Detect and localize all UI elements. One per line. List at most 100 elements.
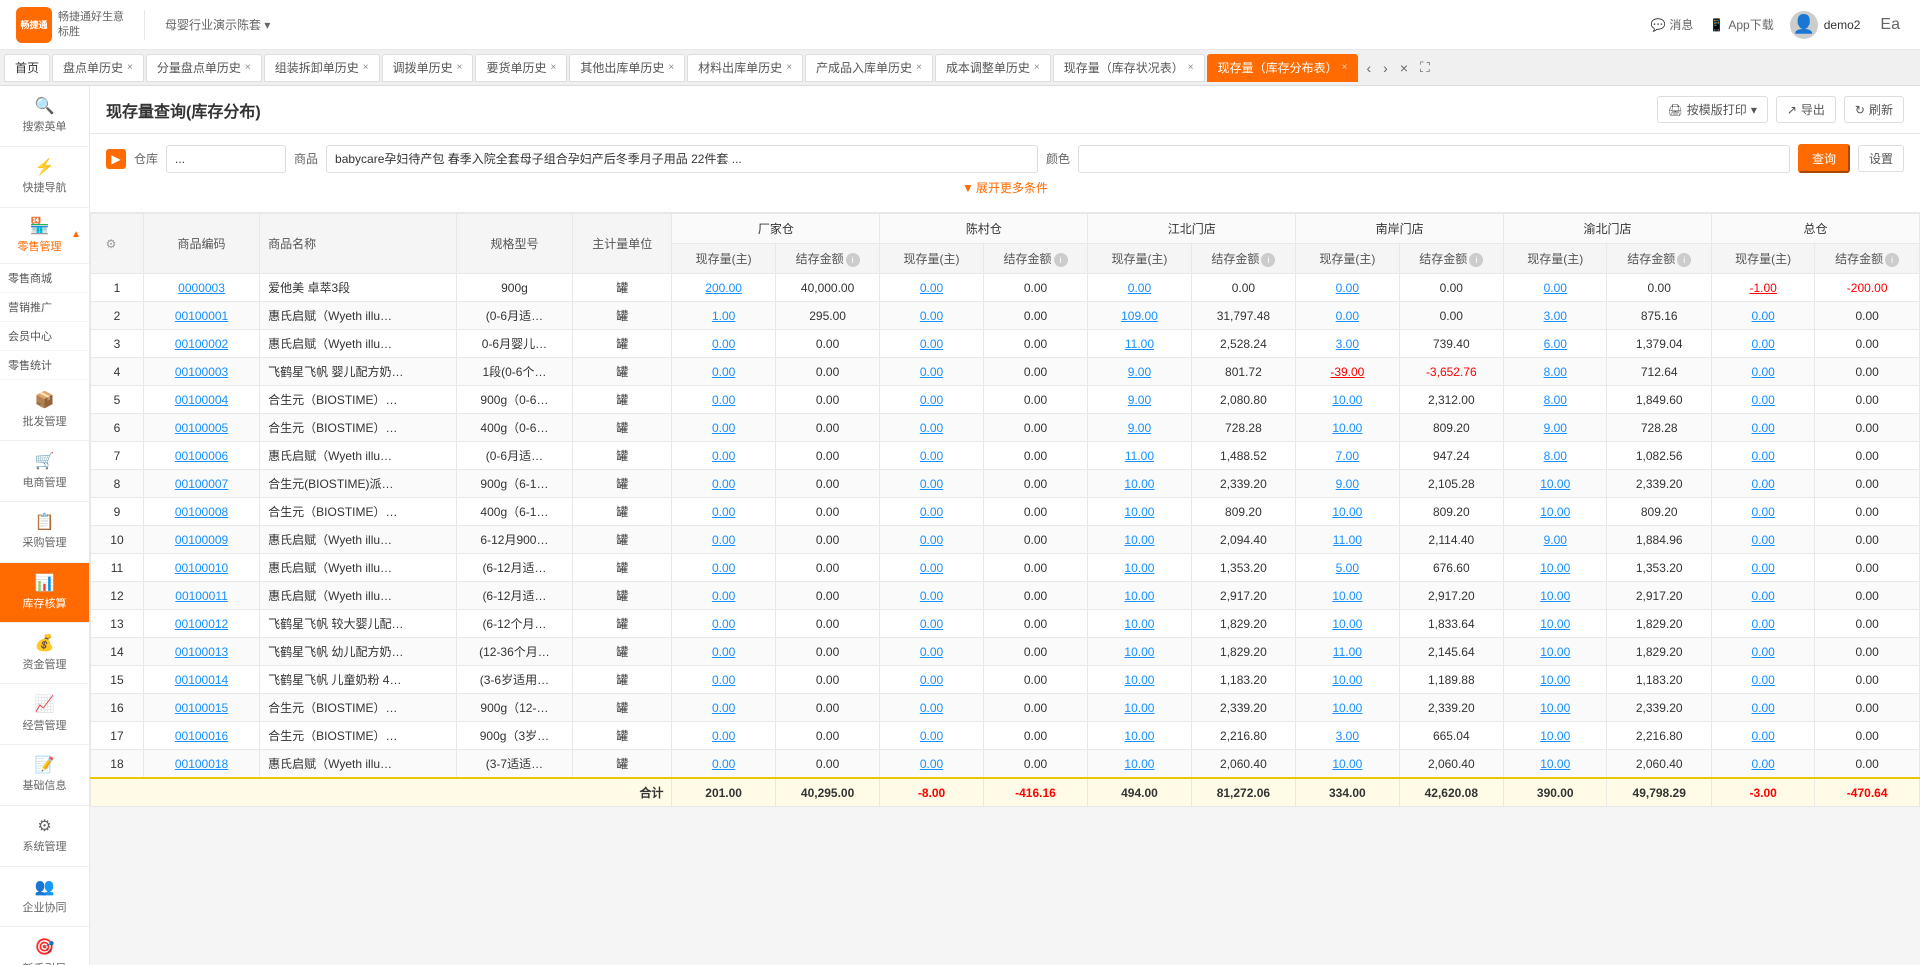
row-na-qty[interactable]: -39.00 — [1296, 358, 1399, 386]
row-c-qty[interactable]: 0.00 — [880, 582, 983, 610]
expand-btn[interactable]: ▶ — [106, 149, 126, 169]
row-na-qty[interactable]: 0.00 — [1296, 302, 1399, 330]
row-c-qty[interactable]: 0.00 — [880, 414, 983, 442]
row-f-qty[interactable]: 0.00 — [672, 582, 775, 610]
tab-pandian[interactable]: 盘点单历史 × — [52, 54, 144, 82]
row-z-qty[interactable]: 0.00 — [1712, 302, 1815, 330]
row-jb-qty[interactable]: 0.00 — [1088, 274, 1191, 302]
row-f-qty[interactable]: 0.00 — [672, 694, 775, 722]
row-z-qty[interactable]: 0.00 — [1712, 414, 1815, 442]
row-yb-qty[interactable]: 10.00 — [1504, 666, 1607, 694]
app-download-btn[interactable]: 📱 App下载 — [1709, 16, 1773, 33]
row-z-qty[interactable]: 0.00 — [1712, 722, 1815, 750]
tab-chengben[interactable]: 成本调整单历史 × — [935, 54, 1051, 82]
row-f-qty[interactable]: 200.00 — [672, 274, 775, 302]
row-na-qty[interactable]: 10.00 — [1296, 582, 1399, 610]
row-na-qty[interactable]: 3.00 — [1296, 722, 1399, 750]
close-icon[interactable]: × — [127, 62, 133, 73]
row-f-qty[interactable]: 0.00 — [672, 330, 775, 358]
close-icon[interactable]: × — [668, 62, 674, 73]
row-c-qty[interactable]: 0.00 — [880, 526, 983, 554]
info-icon[interactable]: i — [1677, 253, 1691, 267]
close-icon[interactable]: × — [245, 62, 251, 73]
sidebar-item-basic[interactable]: 📝 基础信息 — [0, 745, 89, 806]
sidebar-item-wholesale[interactable]: 📦 批发管理 — [0, 380, 89, 441]
row-yb-qty[interactable]: 8.00 — [1504, 386, 1607, 414]
row-f-qty[interactable]: 0.00 — [672, 386, 775, 414]
row-f-qty[interactable]: 0.00 — [672, 610, 775, 638]
row-jb-qty[interactable]: 9.00 — [1088, 386, 1191, 414]
sidebar-item-system[interactable]: ⚙ 系统管理 — [0, 806, 89, 867]
row-code[interactable]: 00100004 — [143, 386, 259, 414]
row-c-qty[interactable]: 0.00 — [880, 610, 983, 638]
row-code[interactable]: 00100011 — [143, 582, 259, 610]
row-yb-qty[interactable]: 8.00 — [1504, 358, 1607, 386]
row-code[interactable]: 00100003 — [143, 358, 259, 386]
row-jb-qty[interactable]: 10.00 — [1088, 554, 1191, 582]
row-na-qty[interactable]: 10.00 — [1296, 666, 1399, 694]
row-code[interactable]: 00100007 — [143, 470, 259, 498]
row-z-qty[interactable]: 0.00 — [1712, 470, 1815, 498]
row-jb-qty[interactable]: 10.00 — [1088, 638, 1191, 666]
row-yb-qty[interactable]: 8.00 — [1504, 442, 1607, 470]
row-c-qty[interactable]: 0.00 — [880, 722, 983, 750]
tab-fullscreen-btn[interactable]: ⛶ — [1414, 59, 1436, 76]
org-selector[interactable]: 母婴行业演示陈套 ▾ — [165, 16, 270, 33]
row-code[interactable]: 00100001 — [143, 302, 259, 330]
row-code[interactable]: 00100009 — [143, 526, 259, 554]
query-btn[interactable]: 查询 — [1798, 144, 1850, 173]
close-icon[interactable]: × — [1342, 62, 1348, 73]
goods-input[interactable] — [326, 145, 1038, 173]
row-na-qty[interactable]: 10.00 — [1296, 386, 1399, 414]
tab-diaob[interactable]: 调拨单历史 × — [382, 54, 474, 82]
row-jb-qty[interactable]: 10.00 — [1088, 526, 1191, 554]
row-na-qty[interactable]: 3.00 — [1296, 330, 1399, 358]
sidebar-sub-mall[interactable]: 零售商城 — [0, 264, 89, 293]
tab-active[interactable]: 现存量（库存分布表） × — [1207, 54, 1359, 82]
row-code[interactable]: 00100008 — [143, 498, 259, 526]
close-icon[interactable]: × — [916, 62, 922, 73]
row-jb-qty[interactable]: 10.00 — [1088, 750, 1191, 779]
close-icon[interactable]: × — [550, 62, 556, 73]
row-f-qty[interactable]: 1.00 — [672, 302, 775, 330]
row-code[interactable]: 00100005 — [143, 414, 259, 442]
tab-cailiao[interactable]: 材料出库单历史 × — [687, 54, 803, 82]
tab-fenpandian[interactable]: 分量盘点单历史 × — [146, 54, 262, 82]
close-icon[interactable]: × — [1034, 62, 1040, 73]
row-f-qty[interactable]: 0.00 — [672, 442, 775, 470]
row-yb-qty[interactable]: 3.00 — [1504, 302, 1607, 330]
row-yb-qty[interactable]: 10.00 — [1504, 498, 1607, 526]
row-z-qty[interactable]: 0.00 — [1712, 750, 1815, 779]
message-btn[interactable]: 💬 消息 — [1650, 16, 1693, 33]
row-c-qty[interactable]: 0.00 — [880, 470, 983, 498]
row-jb-qty[interactable]: 11.00 — [1088, 442, 1191, 470]
info-icon[interactable]: i — [1054, 253, 1068, 267]
warehouse-input[interactable] — [166, 145, 286, 173]
close-icon[interactable]: × — [786, 62, 792, 73]
row-yb-qty[interactable]: 9.00 — [1504, 526, 1607, 554]
row-c-qty[interactable]: 0.00 — [880, 554, 983, 582]
tab-zuhe[interactable]: 组装拆卸单历史 × — [264, 54, 380, 82]
row-z-qty[interactable]: 0.00 — [1712, 694, 1815, 722]
info-icon[interactable]: i — [1261, 253, 1275, 267]
tab-qita[interactable]: 其他出库单历史 × — [569, 54, 685, 82]
settings-icon[interactable]: ⚙ — [99, 232, 123, 256]
tab-close-btn[interactable]: × — [1394, 60, 1414, 76]
row-z-qty[interactable]: 0.00 — [1712, 638, 1815, 666]
row-jb-qty[interactable]: 10.00 — [1088, 610, 1191, 638]
row-z-qty[interactable]: 0.00 — [1712, 386, 1815, 414]
user-menu[interactable]: 👤 demo2 — [1790, 11, 1861, 39]
row-c-qty[interactable]: 0.00 — [880, 694, 983, 722]
print-btn[interactable]: 🖨 按模版打印 ▾ — [1657, 96, 1768, 123]
row-code[interactable]: 0000003 — [143, 274, 259, 302]
row-z-qty[interactable]: 0.00 — [1712, 358, 1815, 386]
row-c-qty[interactable]: 0.00 — [880, 358, 983, 386]
sidebar-item-guide[interactable]: 🎯 新手引导 — [0, 927, 89, 965]
row-z-qty[interactable]: 0.00 — [1712, 442, 1815, 470]
sidebar-item-inventory[interactable]: 📊 库存核算 — [0, 563, 89, 624]
settings-btn[interactable]: 设置 — [1858, 145, 1904, 172]
row-na-qty[interactable]: 7.00 — [1296, 442, 1399, 470]
row-na-qty[interactable]: 0.00 — [1296, 274, 1399, 302]
close-icon[interactable]: × — [1188, 62, 1194, 73]
row-z-qty[interactable]: -1.00 — [1712, 274, 1815, 302]
